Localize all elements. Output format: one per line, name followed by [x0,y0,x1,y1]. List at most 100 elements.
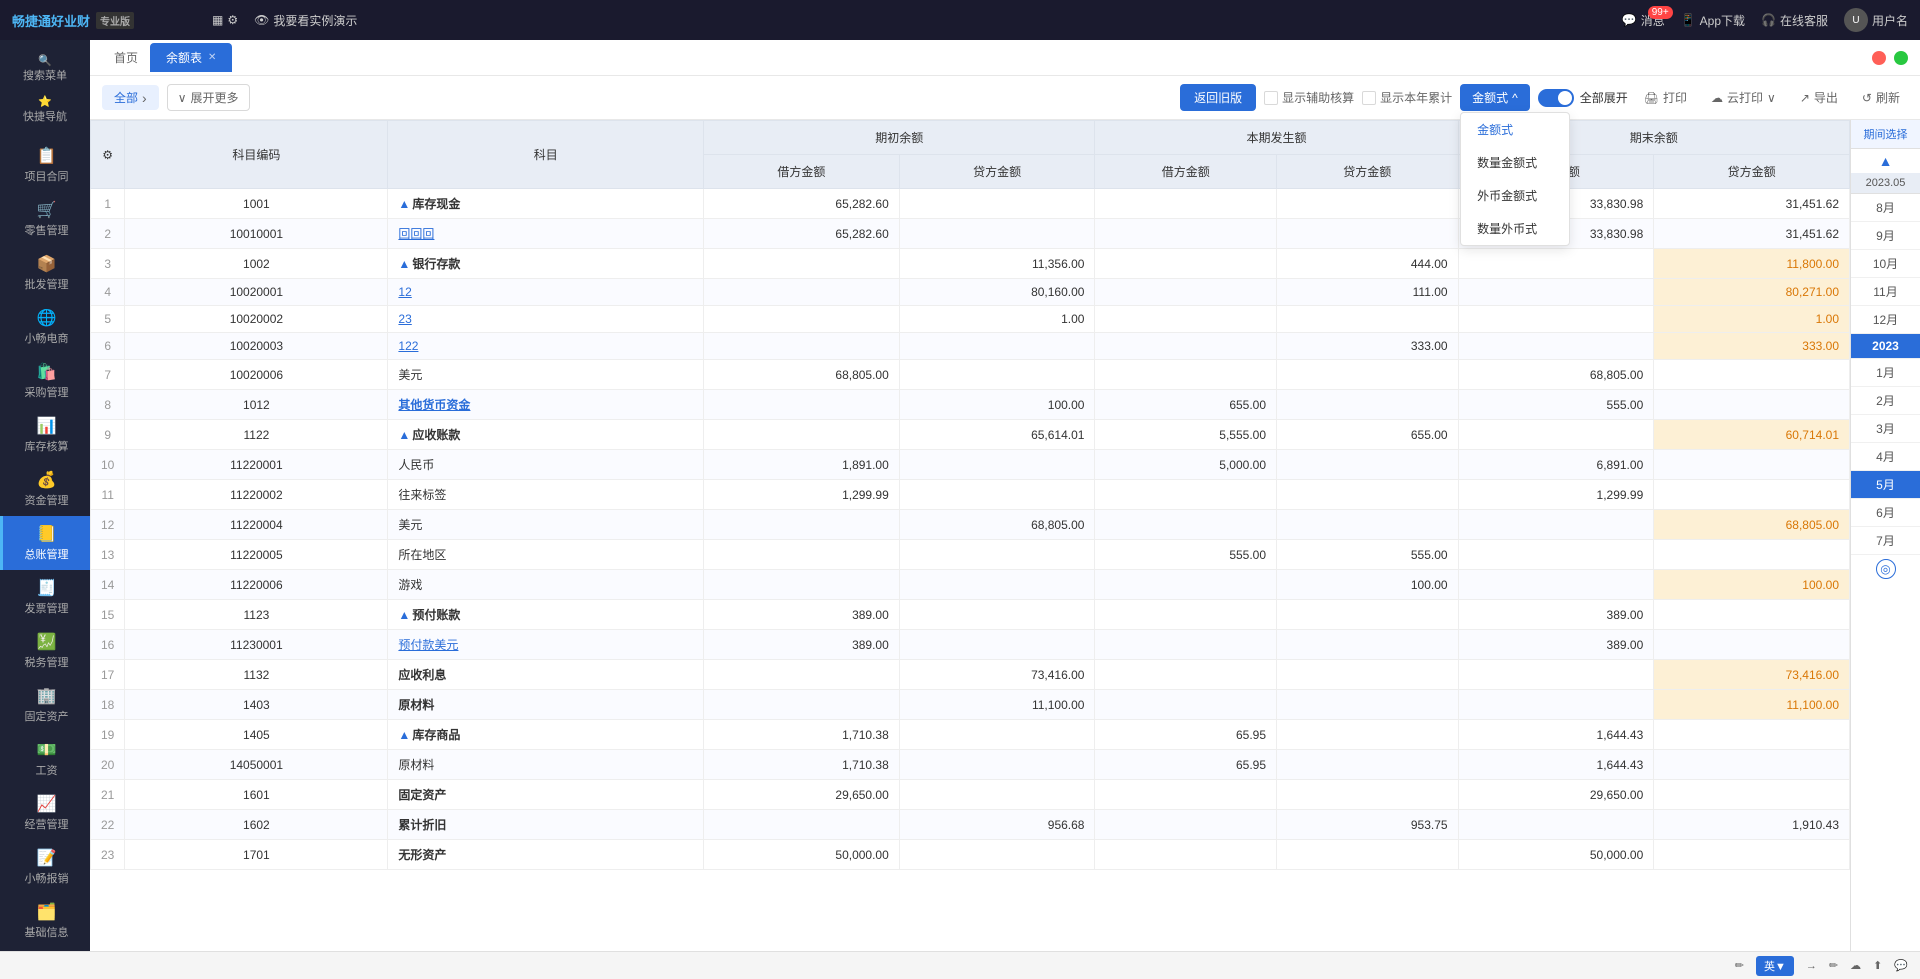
tab-home-label: 首页 [114,51,138,65]
period-month-7[interactable]: 7月 [1851,527,1920,555]
sidebar-quick-nav[interactable]: ⭐ 快捷导航 [23,89,67,130]
settings-icon: ⚙ [227,13,238,27]
expand-more-btn[interactable]: ∨ 展开更多 [167,84,250,111]
toggle-knob [1558,91,1572,105]
period-month-2[interactable]: 2月 [1851,387,1920,415]
sidebar-item-ledger[interactable]: 📒 总账管理 [0,516,90,570]
period-month-3[interactable]: 3月 [1851,415,1920,443]
row-period-debit: 655.00 [1095,390,1277,420]
sidebar-item-label: 基础信息 [25,924,69,940]
toggle-switch[interactable] [1538,89,1574,107]
row-num: 20 [91,750,125,780]
table-wrapper: ⚙ 科目编码 科目 期初余额 本期发生额 [90,120,1850,951]
status-icon-edit: ✏ [1735,959,1744,972]
sidebar-search[interactable]: 🔍 搜索菜单 [23,48,67,89]
row-num: 4 [91,279,125,306]
period-title: 期间选择 [1864,129,1908,141]
sidebar-item-basic[interactable]: 🗂️ 基础信息 [0,894,90,948]
table-row: 191405▲库存商品1,710.3865.951,644.43 [91,720,1850,750]
app-download-btn[interactable]: 📱 App下载 [1681,12,1745,29]
row-name[interactable]: 23 [388,306,704,333]
expand-all-toggle[interactable]: 全部展开 [1538,89,1628,107]
period-month-6[interactable]: 6月 [1851,499,1920,527]
app-layout: 🔍 搜索菜单 ⭐ 快捷导航 📋 项目合同 🛒 零售管理 📦 批发管理 🌐 小畅电… [0,40,1920,951]
sidebar-item-wholesale[interactable]: 📦 批发管理 [0,246,90,300]
period-panel-header: 期间选择 [1851,120,1920,149]
row-name[interactable]: 12 [388,279,704,306]
sidebar-item-ecommerce[interactable]: 🌐 小畅电商 [0,300,90,354]
demo-label: 我要看实例演示 [273,12,357,29]
window-close-btn[interactable] [1872,51,1886,65]
cloud-print-btn[interactable]: ☁ 云打印 ∨ [1703,85,1784,110]
sidebar-item-label: 资金管理 [25,492,69,508]
row-open-credit [899,360,1095,390]
sidebar-item-invoice[interactable]: 🧾 发票管理 [0,570,90,624]
row-period-credit [1277,840,1459,870]
row-close-credit [1654,780,1850,810]
sidebar-item-tax[interactable]: 💹 税务管理 [0,624,90,678]
show-auxiliary-checkbox[interactable]: 显示辅助核算 [1264,89,1354,106]
messages-btn[interactable]: 💬 消息 99+ [1622,12,1665,29]
period-month-11[interactable]: 11月 [1851,278,1920,306]
refresh-btn[interactable]: ↺ 刷新 [1854,85,1908,110]
period-debit-header: 借方金额 [1095,155,1277,189]
demo-link[interactable]: 👁 我要看实例演示 [254,12,357,29]
print-btn[interactable]: 🖨 打印 [1636,85,1695,110]
row-open-credit [899,333,1095,360]
period-month-4[interactable]: 4月 [1851,443,1920,471]
breadcrumb-arrow-icon: › [142,90,147,106]
row-name[interactable]: 122 [388,333,704,360]
sidebar-item-operation[interactable]: 📈 经营管理 [0,786,90,840]
sidebar-item-inventory[interactable]: 📊 库存核算 [0,408,90,462]
sidebar-item-purchase[interactable]: 🛍️ 采购管理 [0,354,90,408]
table-row: 4100200011280,160.00111.0080,271.00 [91,279,1850,306]
sidebar-item-xc-report[interactable]: 📝 小畅报销 [0,840,90,894]
period-nav-top: ▲ [1851,149,1920,173]
window-maximize-btn[interactable] [1894,51,1908,65]
row-open-credit [899,630,1095,660]
period-month-1[interactable]: 1月 [1851,359,1920,387]
period-month-10[interactable]: 10月 [1851,250,1920,278]
period-month-5[interactable]: 5月 [1851,471,1920,499]
display-mode-amount[interactable]: 金额式 [1461,113,1569,146]
period-collapse-btn[interactable]: ◎ [1876,559,1896,579]
period-month-8[interactable]: 8月 [1851,194,1920,222]
row-name[interactable]: 其他货币资金 [388,390,704,420]
toolbar-right: 返回旧版 显示辅助核算 显示本年累计 金额式 ^ 金额式 数量金额式 [1180,84,1908,111]
row-open-credit: 1.00 [899,306,1095,333]
display-mode-qty-amount[interactable]: 数量金额式 [1461,146,1569,179]
app-name: 畅捷通好业财 [12,11,90,30]
row-name[interactable]: 预付款美元 [388,630,704,660]
sidebar-item-fixed-assets[interactable]: 🏢 固定资产 [0,678,90,732]
lang-btn[interactable]: 英▼ [1756,956,1794,976]
display-mode-qty-foreign[interactable]: 数量外币式 [1461,212,1569,245]
period-year-2023-label[interactable]: 2023 [1851,334,1920,359]
sidebar-item-retail[interactable]: 🛒 零售管理 [0,192,90,246]
period-month-12[interactable]: 12月 [1851,306,1920,334]
user-profile[interactable]: U 用户名 [1844,8,1908,32]
sidebar-item-project[interactable]: 📋 项目合同 [0,138,90,192]
tab-balance[interactable]: 余额表 ✕ [150,43,232,72]
sidebar-item-label: 批发管理 [25,276,69,292]
breadcrumb-all-btn[interactable]: 全部 › [102,85,159,110]
sidebar-item-capital[interactable]: 💰 资金管理 [0,462,90,516]
period-month-9[interactable]: 9月 [1851,222,1920,250]
export-btn[interactable]: ↗ 导出 [1792,85,1846,110]
row-close-credit: 31,451.62 [1654,219,1850,249]
tab-close-icon[interactable]: ✕ [208,52,216,63]
display-mode-dropdown[interactable]: 金额式 ^ 金额式 数量金额式 外币金额式 数量外币式 [1460,84,1530,111]
show-ytd-checkbox[interactable]: 显示本年累计 [1362,89,1452,106]
row-close-credit: 31,451.62 [1654,189,1850,219]
online-service-btn[interactable]: 🎧 在线客服 [1761,12,1828,29]
sidebar-item-salary[interactable]: 💵 工资 [0,732,90,786]
settings-column-header[interactable]: ⚙ [91,121,125,189]
row-open-debit [704,570,900,600]
row-name[interactable]: 回回回 [388,219,704,249]
period-up-btn[interactable]: ▲ [1879,153,1893,169]
display-mode-foreign[interactable]: 外币金额式 [1461,179,1569,212]
row-period-debit [1095,840,1277,870]
nav-dropdown[interactable]: ▦ ⚙ [212,13,238,27]
tab-home[interactable]: 首页 [102,43,150,72]
return-old-btn[interactable]: 返回旧版 [1180,84,1256,111]
code-column-header: 科目编码 [125,121,388,189]
